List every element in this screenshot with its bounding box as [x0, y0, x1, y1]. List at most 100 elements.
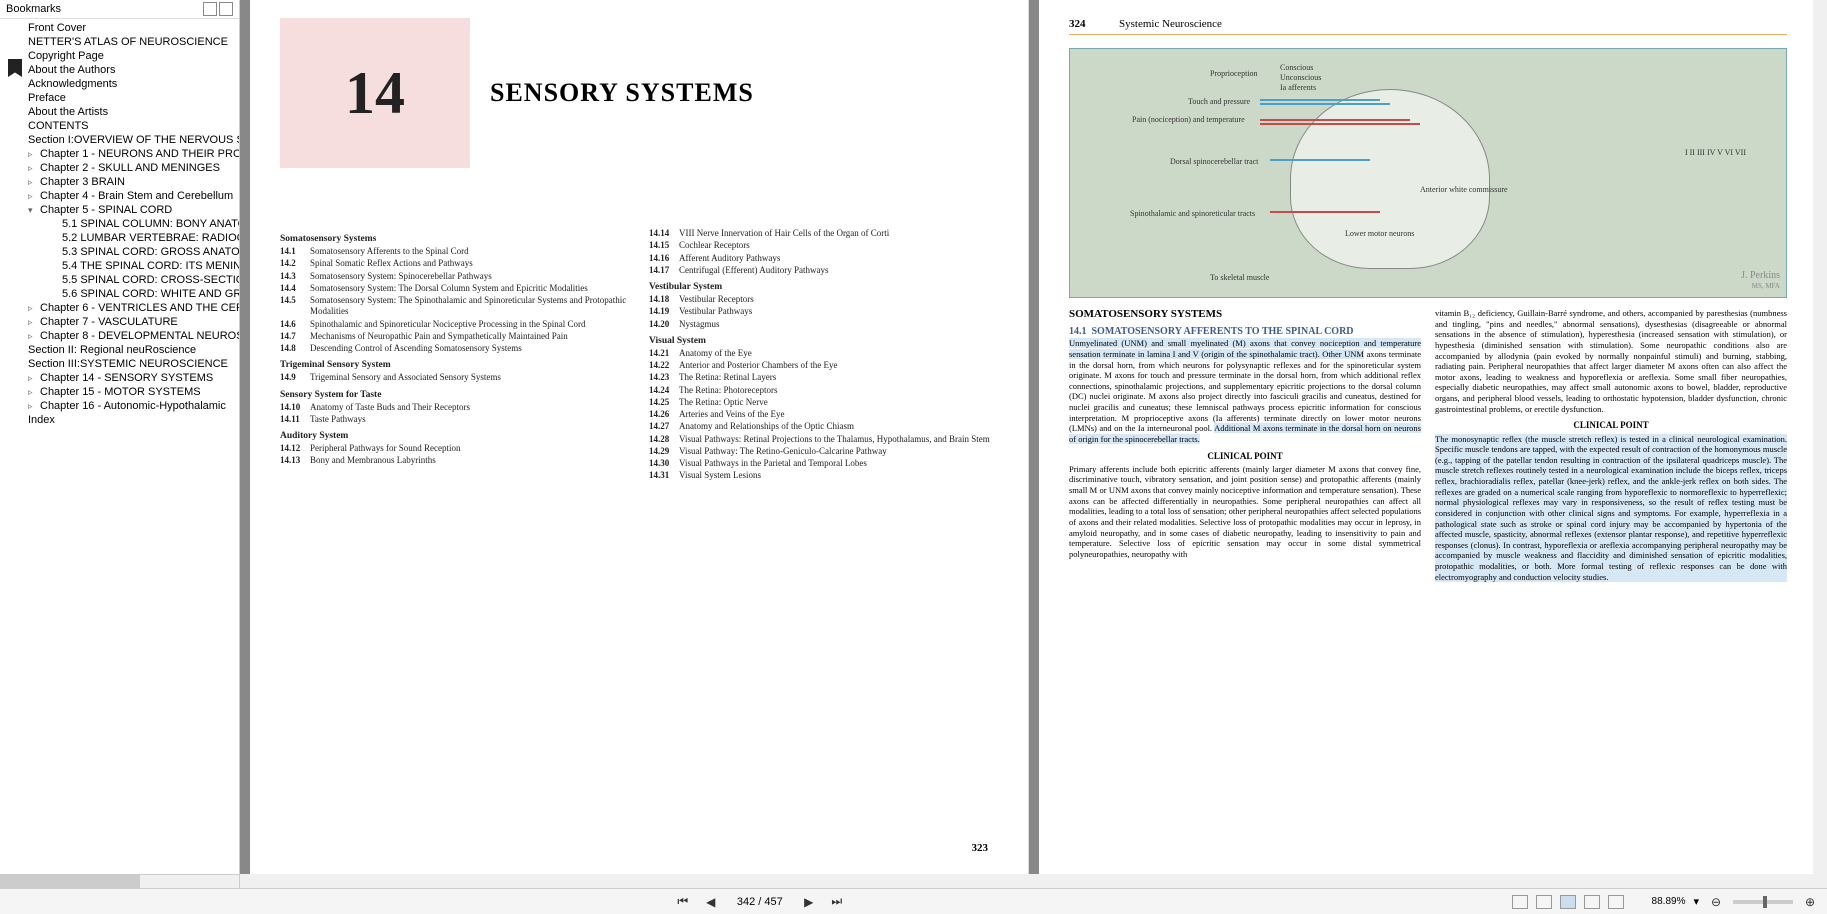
bookmark-item[interactable]: Copyright Page [0, 49, 239, 63]
toc-entry[interactable]: 14.16Afferent Auditory Pathways [649, 253, 998, 264]
bookmark-item[interactable]: 5.1 SPINAL COLUMN: BONY ANATOMY [0, 217, 239, 231]
toc-entry[interactable]: 14.17Centrifugal (Efferent) Auditory Pat… [649, 265, 998, 276]
bookmark-item[interactable]: Section II: Regional neuRoscience [0, 343, 239, 357]
toc-entry[interactable]: 14.30Visual Pathways in the Parietal and… [649, 458, 998, 469]
bookmark-item[interactable]: Chapter 6 - VENTRICLES AND THE CEREBRAL [0, 301, 239, 315]
toc-entry[interactable]: 14.19Vestibular Pathways [649, 306, 998, 317]
sidebar-hscroll[interactable] [0, 874, 239, 888]
view-cover-icon[interactable] [1584, 895, 1600, 909]
toc-entry[interactable]: 14.21Anatomy of the Eye [649, 348, 998, 359]
document-viewer[interactable]: 14 SENSORY SYSTEMS Somatosensory Systems… [240, 0, 1827, 888]
toc-entry[interactable]: 14.2Spinal Somatic Reflex Actions and Pa… [280, 258, 629, 269]
toc-entry[interactable]: 14.8Descending Control of Ascending Soma… [280, 343, 629, 354]
view-facing-icon[interactable] [1560, 895, 1576, 909]
toc-entry[interactable]: 14.10Anatomy of Taste Buds and Their Rec… [280, 402, 629, 413]
zoom-in-button[interactable]: ⊕ [1801, 893, 1819, 911]
bookmark-item[interactable]: Front Cover [0, 21, 239, 35]
view-continuous-icon[interactable] [1536, 895, 1552, 909]
clinical-point-heading: CLINICAL POINT [1435, 420, 1787, 431]
view-book-icon[interactable] [1608, 895, 1624, 909]
bookmark-item[interactable]: 5.3 SPINAL CORD: GROSS ANATOMY [0, 245, 239, 259]
toc-entry[interactable]: 14.11Taste Pathways [280, 414, 629, 425]
toc-entry[interactable]: 14.29Visual Pathway: The Retino-Geniculo… [649, 446, 998, 457]
bookmark-item[interactable]: Chapter 2 - SKULL AND MENINGES [0, 161, 239, 175]
zoom-slider[interactable] [1733, 900, 1793, 904]
bookmark-item[interactable]: Chapter 3 BRAIN [0, 175, 239, 189]
toc-entry[interactable]: 14.5Somatosensory System: The Spinothala… [280, 295, 629, 318]
figure-label: Proprioception [1210, 69, 1258, 78]
bookmarks-list[interactable]: Front CoverNETTER'S ATLAS OF NEUROSCIENC… [0, 19, 239, 874]
bookmark-item[interactable]: Index [0, 413, 239, 427]
toc-section: Somatosensory Systems [280, 234, 629, 244]
bookmark-item[interactable]: Chapter 8 - DEVELOPMENTAL NEUROSCIENCE [0, 329, 239, 343]
bookmark-item[interactable]: Acknowledgments [0, 77, 239, 91]
bookmark-item[interactable]: Chapter 16 - Autonomic-Hypothalamic [0, 399, 239, 413]
bookmark-item[interactable]: NETTER'S ATLAS OF NEUROSCIENCE [0, 35, 239, 49]
toc-entry[interactable]: 14.28Visual Pathways: Retinal Projection… [649, 434, 998, 445]
toc-entry[interactable]: 14.13Bony and Membranous Labyrinths [280, 455, 629, 466]
toc-entry[interactable]: 14.3Somatosensory System: Spinocerebella… [280, 271, 629, 282]
toc-entry[interactable]: 14.7Mechanisms of Neuropathic Pain and S… [280, 331, 629, 342]
last-page-button[interactable]: ⏭ [828, 893, 846, 911]
toc-entry[interactable]: 14.18Vestibular Receptors [649, 294, 998, 305]
zoom-out-button[interactable]: ⊖ [1707, 893, 1725, 911]
figure-label: Pain (nociception) and temperature [1132, 115, 1245, 124]
toc-entry[interactable]: 14.9Trigeminal Sensory and Associated Se… [280, 372, 629, 383]
bookmark-item[interactable]: Chapter 4 - Brain Stem and Cerebellum [0, 189, 239, 203]
toc-entry[interactable]: 14.1Somatosensory Afferents to the Spina… [280, 246, 629, 257]
viewer-hscroll[interactable] [240, 874, 1827, 888]
chapter-toc: Somatosensory Systems 14.1Somatosensory A… [280, 228, 998, 483]
bookmark-item[interactable]: 5.6 SPINAL CORD: WHITE AND GRAY [0, 287, 239, 301]
toc-entry[interactable]: 14.20Nystagmus [649, 319, 998, 330]
next-page-button[interactable]: ▶ [800, 893, 818, 911]
bookmark-item[interactable]: Chapter 15 - MOTOR SYSTEMS [0, 385, 239, 399]
view-single-icon[interactable] [1512, 895, 1528, 909]
bookmark-item[interactable]: Chapter 14 - SENSORY SYSTEMS [0, 371, 239, 385]
bookmark-item[interactable]: 5.2 LUMBAR VERTEBRAE: RADIOGRAPH [0, 231, 239, 245]
bottom-toolbar: ⏮ ◀ 342 / 457 ▶ ⏭ 88.89% ▾ ⊖ ⊕ [0, 888, 1827, 914]
bookmarks-title: Bookmarks [6, 3, 201, 15]
bookmark-item[interactable]: CONTENTS [0, 119, 239, 133]
panel-opts-icon[interactable] [219, 2, 233, 16]
clinical-point-text: The monosynaptic reflex (the muscle stre… [1435, 434, 1787, 583]
bookmark-item[interactable]: Chapter 5 - SPINAL CORD [0, 203, 239, 217]
toc-section: Auditory System [280, 431, 629, 441]
toc-entry[interactable]: 14.22Anterior and Posterior Chambers of … [649, 360, 998, 371]
toc-entry[interactable]: 14.31Visual System Lesions [649, 470, 998, 481]
page-left: 14 SENSORY SYSTEMS Somatosensory Systems… [250, 0, 1029, 874]
page-indicator[interactable]: 342 / 457 [730, 896, 790, 908]
chapter-title: SENSORY SYSTEMS [490, 78, 754, 108]
viewer-vscroll[interactable] [1813, 0, 1827, 888]
toc-entry[interactable]: 14.12Peripheral Pathways for Sound Recep… [280, 443, 629, 454]
panel-min-icon[interactable] [203, 2, 217, 16]
toc-entry[interactable]: 14.6Spinothalamic and Spinoreticular Noc… [280, 319, 629, 330]
bookmark-item[interactable]: 5.5 SPINAL CORD: CROSS-SECTIONAL [0, 273, 239, 287]
toc-entry[interactable]: 14.23The Retina: Retinal Layers [649, 372, 998, 383]
toc-entry[interactable]: 14.24The Retina: Photoreceptors [649, 385, 998, 396]
bookmark-item[interactable]: Chapter 1 - NEURONS AND THEIR PROPERTIES [0, 147, 239, 161]
toc-entry[interactable]: 14.14VIII Nerve Innervation of Hair Cell… [649, 228, 998, 239]
zoom-dropdown-icon[interactable]: ▾ [1693, 895, 1699, 908]
bookmark-item[interactable]: Section I:OVERVIEW OF THE NERVOUS SYSTEM [0, 133, 239, 147]
toc-entry[interactable]: 14.26Arteries and Veins of the Eye [649, 409, 998, 420]
toc-entry[interactable]: 14.15Cochlear Receptors [649, 240, 998, 251]
zoom-level[interactable]: 88.89% [1652, 896, 1686, 907]
clinical-point-text: Primary afferents include both epicritic… [1069, 464, 1421, 560]
figure-label: Conscious [1280, 63, 1313, 72]
lamina-labels: I II III IV V VI VII [1685, 149, 1746, 158]
bookmark-item[interactable]: 5.4 THE SPINAL CORD: ITS MENINGES [0, 259, 239, 273]
first-page-button[interactable]: ⏮ [674, 893, 692, 911]
chapter-number-box: 14 [280, 18, 470, 168]
section-heading: SOMATOSENSORY SYSTEMS [1069, 308, 1421, 322]
bookmark-item[interactable]: Preface [0, 91, 239, 105]
toc-entry[interactable]: 14.27Anatomy and Relationships of the Op… [649, 421, 998, 432]
bookmark-item[interactable]: About the Authors [0, 63, 239, 77]
clinical-point-heading: CLINICAL POINT [1069, 451, 1421, 462]
prev-page-button[interactable]: ◀ [702, 893, 720, 911]
toc-section: Sensory System for Taste [280, 390, 629, 400]
bookmark-item[interactable]: Section III:SYSTEMIC NEUROSCIENCE [0, 357, 239, 371]
bookmark-item[interactable]: About the Artists [0, 105, 239, 119]
toc-entry[interactable]: 14.25The Retina: Optic Nerve [649, 397, 998, 408]
bookmark-item[interactable]: Chapter 7 - VASCULATURE [0, 315, 239, 329]
toc-entry[interactable]: 14.4Somatosensory System: The Dorsal Col… [280, 283, 629, 294]
